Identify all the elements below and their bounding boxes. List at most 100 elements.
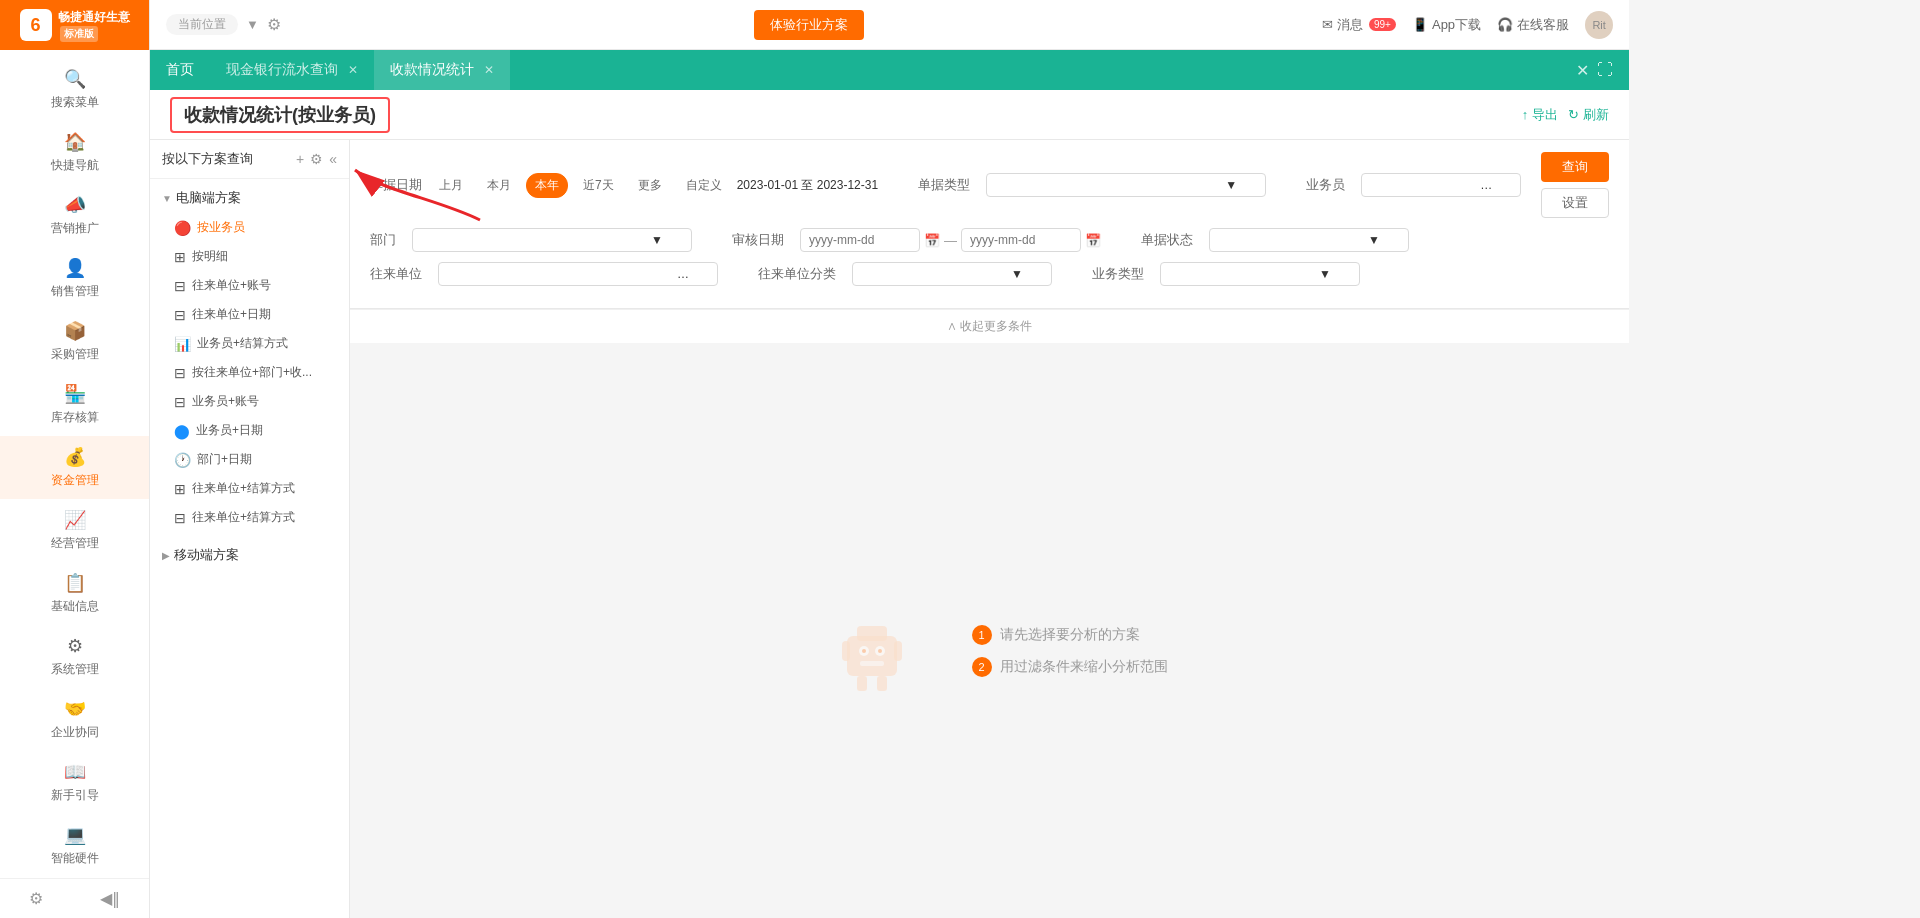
date-options-row: 上月 本月 本年 近7天 更多 自定义 2023-01-01 至 2023-12… (430, 173, 878, 198)
store-icon: 🏪 (64, 383, 86, 405)
salesperson-select[interactable]: … (1361, 173, 1521, 197)
top-header: 当前位置 ▼ ⚙ 体验行业方案 ✉ 消息 99+ 📱 App下载 (150, 0, 1629, 50)
mobile-group-header[interactable]: ▶ 移动端方案 (150, 540, 349, 570)
query-button[interactable]: 查询 (1541, 152, 1609, 182)
tab-close-bank-flow[interactable]: ✕ (348, 63, 358, 77)
dept-date-icon: 🕐 (174, 452, 191, 468)
page-actions: ↑ 导出 ↻ 刷新 (1522, 106, 1610, 124)
settings-icon[interactable]: ⚙ (267, 15, 281, 34)
sidebar-item-marketing[interactable]: 📣 营销推广 (0, 184, 149, 247)
tab-fullscreen[interactable]: ⛶ (1597, 61, 1613, 79)
sidebar-collapse-btn[interactable]: ◀‖ (100, 889, 120, 908)
scheme-button[interactable]: 体验行业方案 (754, 10, 864, 40)
tab-home[interactable]: 首页 (150, 50, 210, 90)
hint-area: 1 请先选择要分析的方案 2 用过滤条件来缩小分析范围 (812, 591, 1168, 711)
sidebar-item-operations[interactable]: 📈 经营管理 (0, 499, 149, 562)
date-btn-last-month[interactable]: 上月 (430, 173, 472, 198)
sidebar-item-base-info[interactable]: 📋 基础信息 (0, 562, 149, 625)
scheme-settings-btn[interactable]: ⚙ (310, 151, 323, 167)
sidebar-item-system[interactable]: ⚙ 系统管理 (0, 625, 149, 688)
main-area: 当前位置 ▼ ⚙ 体验行业方案 ✉ 消息 99+ 📱 App下载 (150, 0, 1629, 918)
sidebar: 6 畅捷通好生意 标准版 🔍 搜索菜单 🏠 快捷导航 📣 营销推广 👤 (0, 0, 150, 918)
date-btn-custom[interactable]: 自定义 (677, 173, 731, 198)
refresh-button[interactable]: ↻ 刷新 (1568, 106, 1609, 124)
scheme-salesperson-settlement[interactable]: 📊 业务员+结算方式 (150, 329, 349, 358)
filter-business-type: 业务类型 ▼ (1092, 262, 1360, 286)
sidebar-settings-btn[interactable]: ⚙ (29, 889, 43, 908)
online-service-item[interactable]: 🎧 在线客服 (1497, 16, 1569, 34)
hint-item-2: 2 用过滤条件来缩小分析范围 (972, 657, 1168, 677)
tab-close-collection-stat[interactable]: ✕ (484, 63, 494, 77)
top-right: ✉ 消息 99+ 📱 App下载 🎧 在线客服 Rit (1322, 11, 1613, 39)
export-button[interactable]: ↑ 导出 (1522, 106, 1559, 124)
scheme-partner-settlement2[interactable]: ⊟ 往来单位+结算方式 (150, 503, 349, 532)
partner-account-icon: ⊟ (174, 278, 186, 294)
document-type-select[interactable]: ▼ (986, 173, 1266, 197)
scheme-partner-date[interactable]: ⊟ 往来单位+日期 (150, 300, 349, 329)
panel-collapse-btn[interactable]: « (329, 151, 337, 167)
scheme-salesperson-date[interactable]: ⬤ 业务员+日期 (150, 416, 349, 445)
sidebar-item-guide[interactable]: 📖 新手引导 (0, 751, 149, 814)
panel-header-actions: + ⚙ « (296, 151, 337, 167)
body-area: 按以下方案查询 + ⚙ « ▼ 电脑端方案 🔴 (150, 140, 1629, 918)
filter-partner: 往来单位 … (370, 262, 718, 286)
document-status-select[interactable]: ▼ (1209, 228, 1409, 252)
add-scheme-btn[interactable]: + (296, 151, 304, 167)
mobile-scheme-group: ▶ 移动端方案 (150, 536, 349, 574)
filter-actions: 查询 设置 (1541, 152, 1609, 218)
top-left: 当前位置 ▼ ⚙ (166, 14, 281, 35)
sidebar-item-enterprise[interactable]: 🤝 企业协同 (0, 688, 149, 751)
sidebar-item-search-menu[interactable]: 🔍 搜索菜单 (0, 58, 149, 121)
scheme-partner-dept-collection[interactable]: ⊟ 按往来单位+部门+收... (150, 358, 349, 387)
partner-settlement2-icon: ⊟ (174, 510, 186, 526)
scheme-salesperson-account[interactable]: ⊟ 业务员+账号 (150, 387, 349, 416)
desktop-scheme-group: ▼ 电脑端方案 🔴 按业务员 ⊞ 按明细 ⊟ (150, 179, 349, 536)
partner-select[interactable]: … (438, 262, 718, 286)
date-btn-this-year[interactable]: 本年 (526, 173, 568, 198)
scheme-by-salesperson[interactable]: 🔴 按业务员 (150, 213, 349, 242)
date-range-display: 2023-01-01 至 2023-12-31 (737, 177, 878, 194)
tab-close-all[interactable]: ✕ (1576, 61, 1589, 80)
department-select[interactable]: ▼ (412, 228, 692, 252)
gear-icon: ⚙ (67, 635, 83, 657)
message-icon: ✉ (1322, 17, 1333, 32)
sidebar-item-smart-hardware[interactable]: 💻 智能硬件 (0, 814, 149, 877)
review-date-end[interactable] (961, 228, 1081, 252)
sidebar-item-finance[interactable]: 💰 资金管理 (0, 436, 149, 499)
breadcrumb: 当前位置 (166, 14, 238, 35)
review-date-start[interactable] (800, 228, 920, 252)
box-icon: 📦 (64, 320, 86, 342)
calendar-icon-start: 📅 (924, 233, 940, 248)
date-btn-this-month[interactable]: 本月 (478, 173, 520, 198)
partner-category-select[interactable]: ▼ (852, 262, 1052, 286)
sidebar-item-inventory[interactable]: 🏪 库存核算 (0, 373, 149, 436)
date-btn-last-7-days[interactable]: 近7天 (574, 173, 623, 198)
messages-item[interactable]: ✉ 消息 99+ (1322, 16, 1396, 34)
tab-bank-flow[interactable]: 现金银行流水查询 ✕ (210, 50, 374, 90)
scheme-dept-date[interactable]: 🕐 部门+日期 (150, 445, 349, 474)
sales-icon: 👤 (64, 257, 86, 279)
business-type-select[interactable]: ▼ (1160, 262, 1360, 286)
detail-scheme-icon: ⊞ (174, 249, 186, 265)
date-btn-more[interactable]: 更多 (629, 173, 671, 198)
page-header: 收款情况统计(按业务员) ↑ 导出 ↻ 刷新 (150, 90, 1629, 140)
breadcrumb-dropdown[interactable]: ▼ (246, 17, 259, 32)
scheme-partner-account[interactable]: ⊟ 往来单位+账号 (150, 271, 349, 300)
tab-collection-stat[interactable]: 收款情况统计 ✕ (374, 50, 510, 90)
sidebar-item-sales[interactable]: 👤 销售管理 (0, 247, 149, 310)
mobile-group-arrow: ▶ (162, 550, 170, 561)
app-download-item[interactable]: 📱 App下载 (1412, 16, 1481, 34)
collapse-more-conditions[interactable]: ∧ 收起更多条件 (350, 309, 1629, 343)
svg-rect-1 (857, 626, 887, 641)
filter-setting-button[interactable]: 设置 (1541, 188, 1609, 218)
sidebar-item-quick-nav[interactable]: 🏠 快捷导航 (0, 121, 149, 184)
scheme-partner-settlement1[interactable]: ⊞ 往来单位+结算方式 (150, 474, 349, 503)
filter-salesperson: 业务员 … (1306, 173, 1521, 197)
scheme-by-detail[interactable]: ⊞ 按明细 (150, 242, 349, 271)
content-hints: 1 请先选择要分析的方案 2 用过滤条件来缩小分析范围 (972, 625, 1168, 677)
finance-icon: 💰 (64, 446, 86, 468)
user-avatar[interactable]: Rit (1585, 11, 1613, 39)
desktop-group-header[interactable]: ▼ 电脑端方案 (150, 183, 349, 213)
handshake-icon: 🤝 (64, 698, 86, 720)
sidebar-item-purchase[interactable]: 📦 采购管理 (0, 310, 149, 373)
